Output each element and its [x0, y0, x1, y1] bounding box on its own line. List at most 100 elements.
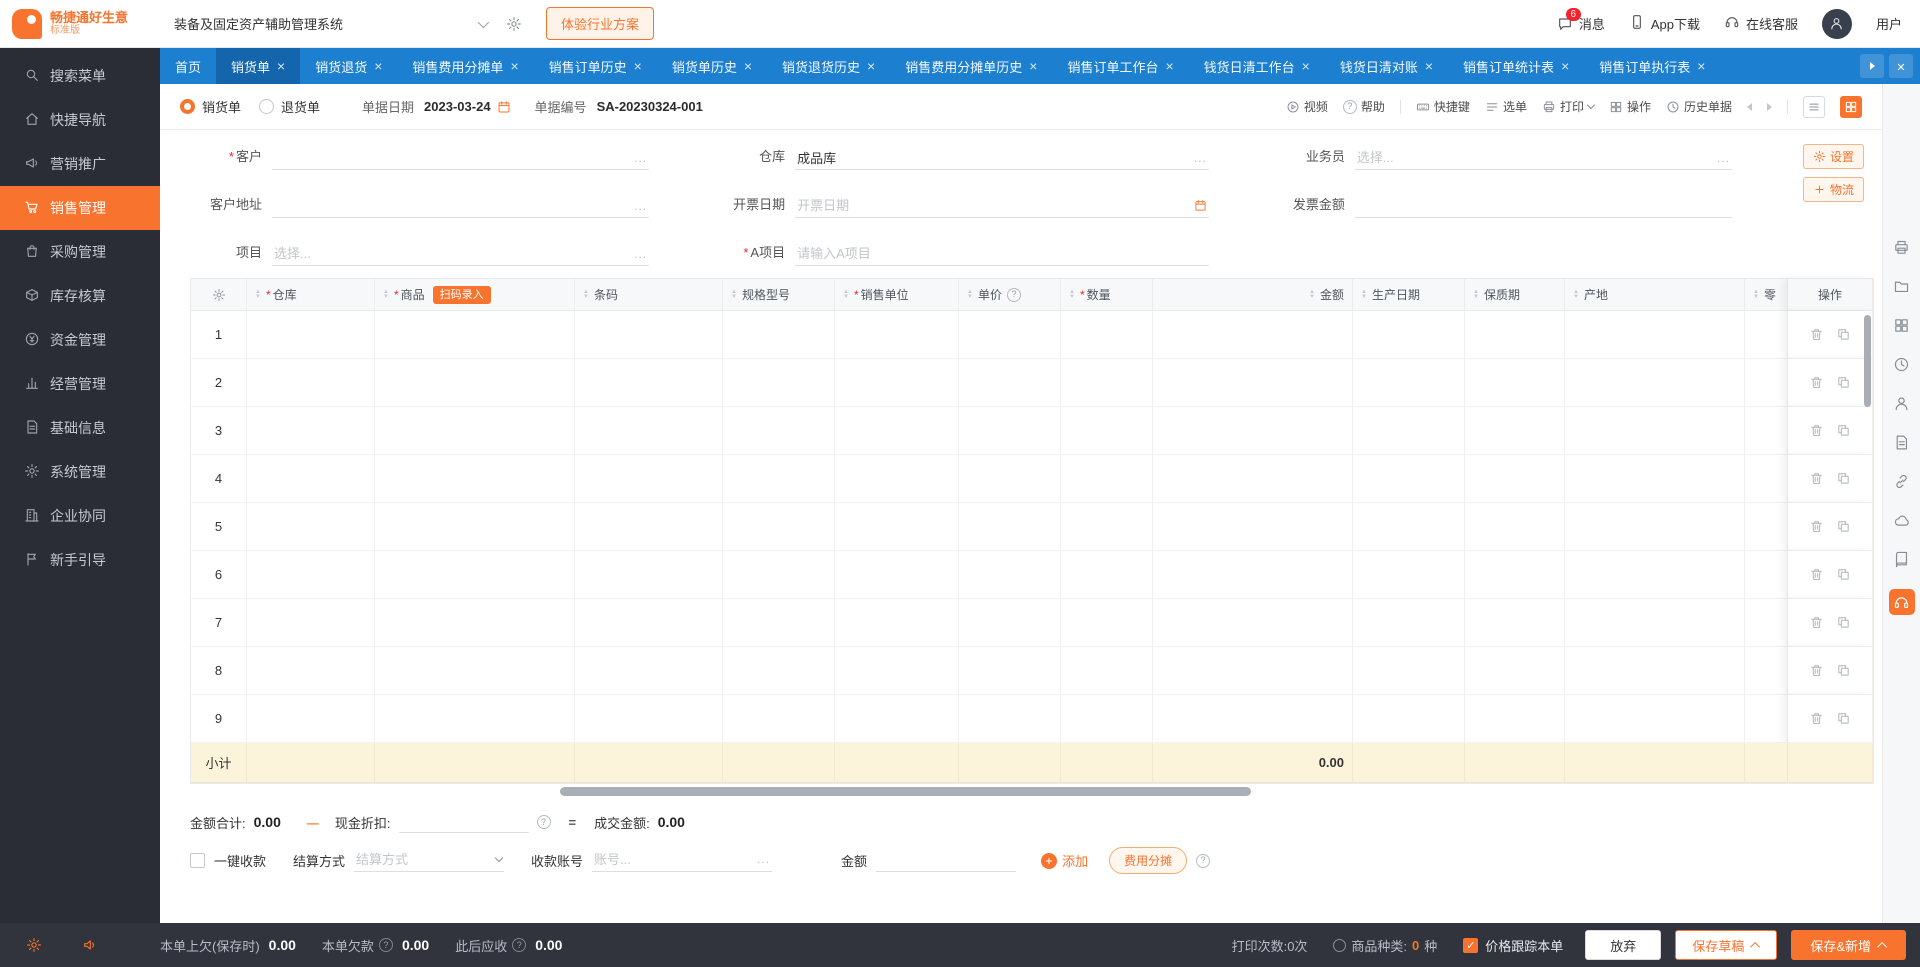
- cell-price[interactable]: [959, 311, 1061, 359]
- book-button[interactable]: [1889, 546, 1915, 572]
- cell-prod-date[interactable]: [1353, 311, 1465, 359]
- cell-origin[interactable]: [1565, 311, 1745, 359]
- sidebar-item-quick-nav[interactable]: 快捷导航: [0, 98, 160, 142]
- app-download-button[interactable]: App下载: [1629, 14, 1700, 33]
- tab-cash-workbench[interactable]: 钱货日清工作台: [1189, 48, 1325, 84]
- column-header-qty[interactable]: 数量: [1061, 279, 1153, 311]
- tab-close-icon[interactable]: [634, 59, 642, 73]
- cell-unit[interactable]: [835, 359, 959, 407]
- tab-close-icon[interactable]: [1165, 59, 1173, 73]
- invoice-amount-wrap[interactable]: [1354, 196, 1732, 218]
- cell-price[interactable]: [959, 455, 1061, 503]
- sort-icon[interactable]: [383, 290, 389, 300]
- cell-price[interactable]: [959, 647, 1061, 695]
- warehouse-picker[interactable]: [795, 148, 1209, 170]
- cell-product[interactable]: [375, 455, 575, 503]
- pay-amount-input[interactable]: [878, 851, 1015, 867]
- ellipsis-icon[interactable]: [634, 247, 647, 261]
- cell-warehouse[interactable]: [247, 551, 375, 599]
- cell-spec[interactable]: [723, 407, 835, 455]
- help-button[interactable]: 帮助: [1342, 98, 1385, 115]
- account-input[interactable]: [594, 851, 758, 867]
- pick-order-button[interactable]: 选单: [1485, 98, 1527, 115]
- cell-unit[interactable]: [835, 311, 959, 359]
- save-new-button[interactable]: 保存&新增: [1791, 930, 1906, 960]
- hotkey-button[interactable]: 快捷键: [1416, 98, 1470, 115]
- cell-prod-date[interactable]: [1353, 407, 1465, 455]
- cell-warehouse[interactable]: [247, 359, 375, 407]
- cell-shelf-life[interactable]: [1465, 407, 1565, 455]
- invoice-date-picker[interactable]: [795, 196, 1209, 218]
- tab-scroll-right-button[interactable]: [1860, 54, 1884, 78]
- cell-product[interactable]: [375, 407, 575, 455]
- tab-order-history[interactable]: 销售订单历史: [534, 48, 657, 84]
- help-icon[interactable]: [1006, 287, 1021, 302]
- user-button[interactable]: [1889, 390, 1915, 416]
- tab-close-icon[interactable]: [867, 59, 875, 73]
- cell-spec[interactable]: [723, 551, 835, 599]
- sidebar-item-search[interactable]: 搜索菜单: [0, 54, 160, 98]
- salesman-picker[interactable]: [1354, 148, 1732, 170]
- warehouse-input[interactable]: [797, 150, 1194, 165]
- table-view-button[interactable]: [1840, 95, 1862, 118]
- radio-return-order[interactable]: 退货单: [259, 97, 320, 116]
- tab-close-button[interactable]: [1889, 54, 1913, 78]
- cell-shelf-life[interactable]: [1465, 359, 1565, 407]
- cell-qty[interactable]: [1061, 599, 1153, 647]
- copy-row-icon[interactable]: [1836, 615, 1851, 630]
- logistics-button[interactable]: 物流: [1802, 177, 1864, 202]
- cell-origin[interactable]: [1565, 647, 1745, 695]
- cell-amount[interactable]: [1153, 359, 1353, 407]
- delete-row-icon[interactable]: [1809, 471, 1824, 486]
- cell-unit[interactable]: [835, 455, 959, 503]
- cell-qty[interactable]: [1061, 503, 1153, 551]
- column-header-barcode[interactable]: 条码: [575, 279, 723, 311]
- cash-discount-help-icon[interactable]: [536, 815, 551, 829]
- project-input[interactable]: [274, 246, 635, 261]
- sort-icon[interactable]: [255, 290, 261, 300]
- cell-warehouse[interactable]: [247, 695, 375, 743]
- tab-order-exec[interactable]: 销售订单执行表: [1584, 48, 1720, 84]
- delete-row-icon[interactable]: [1809, 615, 1824, 630]
- cell-origin[interactable]: [1565, 455, 1745, 503]
- cell-shelf-life[interactable]: [1465, 647, 1565, 695]
- history-docs-button[interactable]: 历史单据: [1666, 98, 1732, 115]
- messages-button[interactable]: 6 消息: [1557, 7, 1605, 33]
- cell-unit[interactable]: [835, 503, 959, 551]
- copy-row-icon[interactable]: [1836, 423, 1851, 438]
- cell-amount[interactable]: [1153, 407, 1353, 455]
- cell-qty[interactable]: [1061, 359, 1153, 407]
- user-avatar[interactable]: [1821, 8, 1852, 39]
- cell-prod-date[interactable]: [1353, 455, 1465, 503]
- delete-row-icon[interactable]: [1809, 519, 1824, 534]
- cell-qty[interactable]: [1061, 647, 1153, 695]
- sidebar-item-marketing[interactable]: 营销推广: [0, 142, 160, 186]
- cell-price[interactable]: [959, 359, 1061, 407]
- cell-product[interactable]: [375, 695, 575, 743]
- cell-barcode[interactable]: [575, 503, 723, 551]
- cell-qty[interactable]: [1061, 311, 1153, 359]
- cell-origin[interactable]: [1565, 407, 1745, 455]
- try-industry-button[interactable]: 体验行业方案: [546, 7, 655, 40]
- cash-discount-wrap[interactable]: [398, 811, 529, 833]
- cell-price[interactable]: [959, 599, 1061, 647]
- cell-unit[interactable]: [835, 551, 959, 599]
- tab-close-icon[interactable]: [1561, 59, 1569, 73]
- column-header-origin[interactable]: 产地: [1565, 279, 1745, 311]
- history-button[interactable]: [1889, 351, 1915, 377]
- print-button[interactable]: [1889, 234, 1915, 260]
- settings-gear-icon[interactable]: [26, 937, 42, 953]
- cell-amount[interactable]: [1153, 311, 1353, 359]
- address-input[interactable]: [274, 198, 635, 213]
- tab-close-icon[interactable]: [1029, 59, 1037, 73]
- cell-spec[interactable]: [723, 647, 835, 695]
- tab-close-icon[interactable]: [744, 59, 752, 73]
- sidebar-item-system[interactable]: 系统管理: [0, 450, 160, 494]
- list-view-button[interactable]: [1803, 95, 1825, 118]
- cell-price[interactable]: [959, 503, 1061, 551]
- doc-no-value[interactable]: SA-20230324-001: [597, 99, 703, 114]
- cell-origin[interactable]: [1565, 359, 1745, 407]
- column-header-spec[interactable]: 规格型号: [723, 279, 835, 311]
- system-gear-icon[interactable]: [506, 16, 522, 32]
- radio-sale-order[interactable]: 销货单: [180, 97, 241, 116]
